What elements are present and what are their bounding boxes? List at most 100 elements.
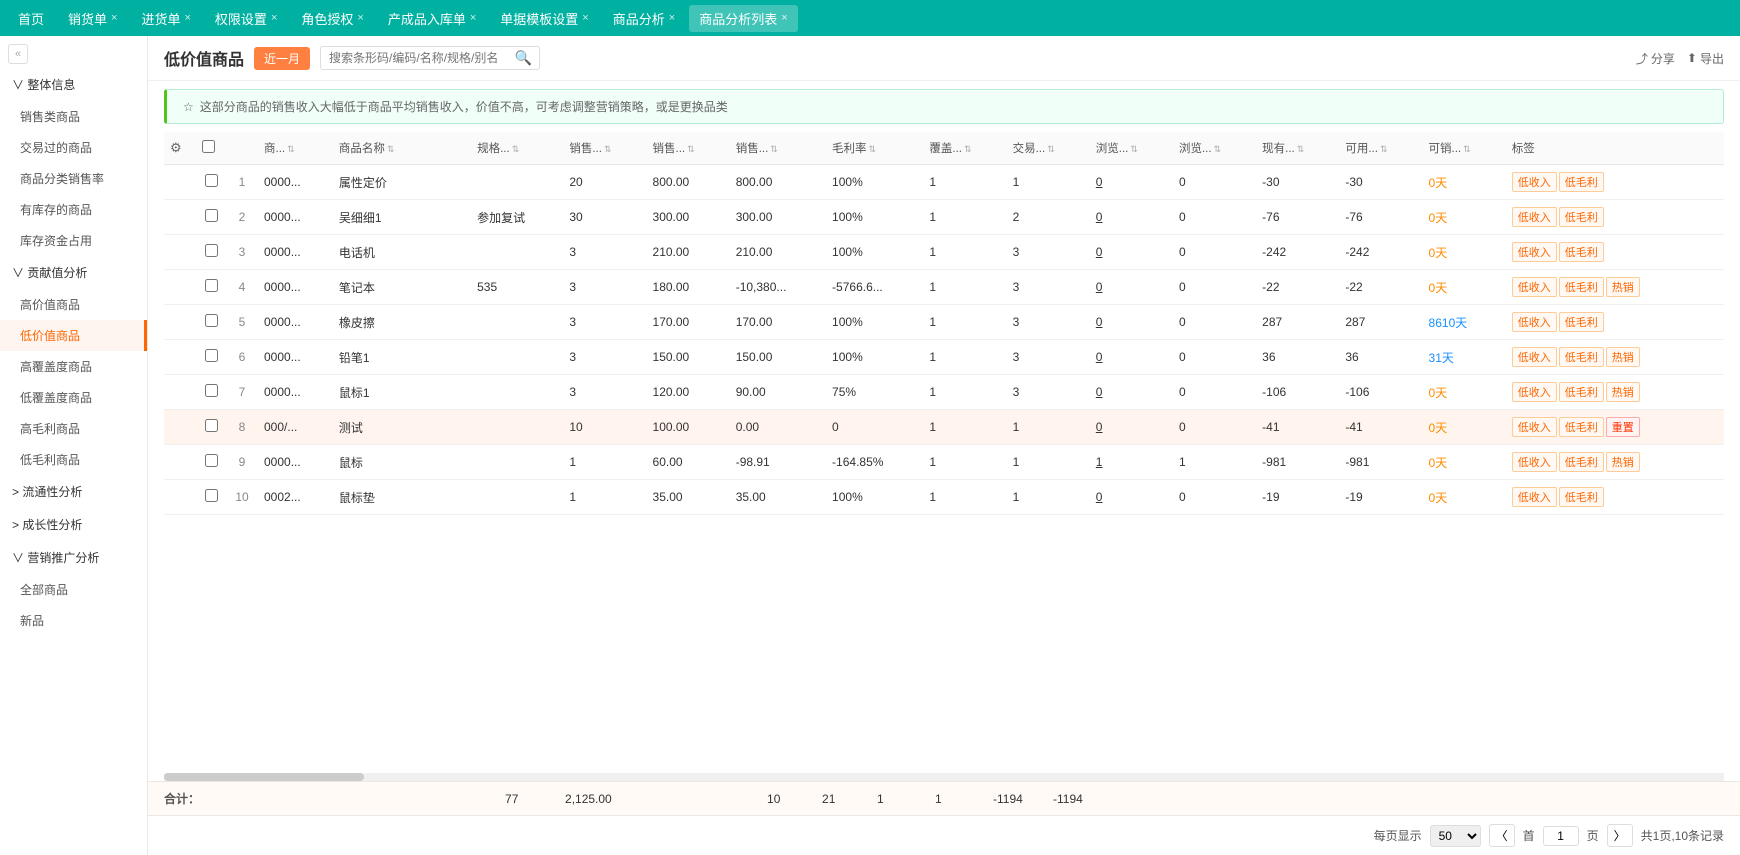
nav-template[interactable]: 单据模板设置 ×	[490, 5, 598, 32]
browse1-link[interactable]: 1	[1096, 455, 1103, 469]
col-browse2[interactable]: 浏览...⇅	[1173, 132, 1256, 165]
filter-recent-month-btn[interactable]: 近一月	[254, 47, 310, 70]
col-spec[interactable]: 规格...⇅	[471, 132, 563, 165]
row-checkbox-cell[interactable]	[196, 340, 226, 375]
sidebar-collapse-btn[interactable]: «	[8, 44, 28, 64]
sidebar-item-category-sales[interactable]: 商品分类销售率	[0, 163, 147, 194]
row-browse1[interactable]: 0	[1090, 480, 1173, 515]
nav-home[interactable]: 首页	[8, 5, 54, 32]
nav-close-purchase[interactable]: ×	[184, 12, 190, 24]
row-browse1[interactable]: 0	[1090, 410, 1173, 445]
first-page-btn[interactable]: 〈	[1489, 824, 1515, 847]
browse1-link[interactable]: 0	[1096, 245, 1103, 259]
search-icon[interactable]: 🔍	[515, 50, 532, 67]
nav-close-sales[interactable]: ×	[111, 12, 117, 24]
nav-permissions[interactable]: 权限设置 ×	[205, 5, 287, 32]
sidebar-item-new-products[interactable]: 新品	[0, 605, 147, 636]
browse1-link[interactable]: 0	[1096, 385, 1103, 399]
row-browse1[interactable]: 1	[1090, 445, 1173, 480]
sidebar-group-overall[interactable]: ∨ 整体信息	[0, 68, 147, 101]
row-checkbox[interactable]	[205, 489, 218, 502]
sidebar-item-sales-products[interactable]: 销售类商品	[0, 101, 147, 132]
col-code[interactable]: 商...⇅	[258, 132, 333, 165]
nav-close-product-analysis-list[interactable]: ×	[781, 12, 787, 24]
row-checkbox-cell[interactable]	[196, 480, 226, 515]
col-sellable[interactable]: 可销...⇅	[1423, 132, 1506, 165]
sidebar-item-traded-products[interactable]: 交易过的商品	[0, 132, 147, 163]
row-checkbox[interactable]	[205, 279, 218, 292]
sidebar-item-high-coverage[interactable]: 高覆盖度商品	[0, 351, 147, 382]
scrollbar-thumb[interactable]	[164, 773, 364, 781]
nav-close-product-analysis[interactable]: ×	[669, 12, 675, 24]
sidebar-group-growth[interactable]: > 成长性分析	[0, 508, 147, 541]
browse1-link[interactable]: 0	[1096, 350, 1103, 364]
col-checkbox[interactable]	[196, 132, 226, 165]
sidebar-item-high-value[interactable]: 高价值商品	[0, 289, 147, 320]
nav-close-permissions[interactable]: ×	[271, 12, 277, 24]
row-checkbox-cell[interactable]	[196, 165, 226, 200]
sidebar-group-contribution[interactable]: ∨ 贡献值分析	[0, 256, 147, 289]
col-browse1[interactable]: 浏览...⇅	[1090, 132, 1173, 165]
row-browse1[interactable]: 0	[1090, 270, 1173, 305]
row-checkbox[interactable]	[205, 419, 218, 432]
sidebar-item-all-products[interactable]: 全部商品	[0, 574, 147, 605]
row-checkbox[interactable]	[205, 349, 218, 362]
row-checkbox[interactable]	[205, 209, 218, 222]
browse1-link[interactable]: 0	[1096, 490, 1103, 504]
nav-close-template[interactable]: ×	[582, 12, 588, 24]
row-browse1[interactable]: 0	[1090, 235, 1173, 270]
col-cover[interactable]: 覆盖...⇅	[923, 132, 1006, 165]
nav-close-roles[interactable]: ×	[357, 12, 363, 24]
row-browse1[interactable]: 0	[1090, 305, 1173, 340]
row-checkbox-cell[interactable]	[196, 305, 226, 340]
col-name[interactable]: 商品名称⇅	[333, 132, 471, 165]
row-checkbox-cell[interactable]	[196, 235, 226, 270]
row-browse1[interactable]: 0	[1090, 200, 1173, 235]
browse1-link[interactable]: 0	[1096, 315, 1103, 329]
sidebar-item-high-margin[interactable]: 高毛利商品	[0, 413, 147, 444]
search-input[interactable]	[320, 46, 540, 70]
browse1-link[interactable]: 0	[1096, 420, 1103, 434]
share-btn[interactable]: ⤴ 分享	[1636, 50, 1675, 67]
row-browse1[interactable]: 0	[1090, 375, 1173, 410]
sidebar-group-marketing[interactable]: ∨ 营销推广分析	[0, 541, 147, 574]
per-page-select[interactable]: 50 20 100	[1430, 825, 1481, 847]
row-checkbox-cell[interactable]	[196, 375, 226, 410]
page-number-input[interactable]	[1543, 826, 1579, 846]
browse1-link[interactable]: 0	[1096, 175, 1103, 189]
col-sales-amount[interactable]: 销售...⇅	[730, 132, 826, 165]
sidebar-item-low-coverage[interactable]: 低覆盖度商品	[0, 382, 147, 413]
col-gross-margin[interactable]: 毛利率⇅	[826, 132, 923, 165]
browse1-link[interactable]: 0	[1096, 280, 1103, 294]
row-browse1[interactable]: 0	[1090, 340, 1173, 375]
nav-purchase[interactable]: 进货单 ×	[131, 5, 200, 32]
row-checkbox[interactable]	[205, 314, 218, 327]
next-page-btn[interactable]: 〉	[1607, 824, 1633, 847]
row-checkbox-cell[interactable]	[196, 270, 226, 305]
sidebar-item-stock-products[interactable]: 有库存的商品	[0, 194, 147, 225]
select-all-checkbox[interactable]	[202, 140, 215, 153]
row-checkbox[interactable]	[205, 174, 218, 187]
nav-sales[interactable]: 销货单 ×	[58, 5, 127, 32]
sidebar-item-low-value[interactable]: 低价值商品	[0, 320, 147, 351]
nav-inventory[interactable]: 产成品入库单 ×	[378, 5, 486, 32]
browse1-link[interactable]: 0	[1096, 210, 1103, 224]
nav-roles[interactable]: 角色授权 ×	[291, 5, 373, 32]
sidebar-item-low-margin[interactable]: 低毛利商品	[0, 444, 147, 475]
col-current[interactable]: 现有...⇅	[1256, 132, 1339, 165]
sidebar-item-stock-funds[interactable]: 库存资金占用	[0, 225, 147, 256]
col-available[interactable]: 可用...⇅	[1339, 132, 1422, 165]
row-checkbox-cell[interactable]	[196, 410, 226, 445]
row-checkbox-cell[interactable]	[196, 200, 226, 235]
sidebar-group-liquidity[interactable]: > 流通性分析	[0, 475, 147, 508]
row-browse1[interactable]: 0	[1090, 165, 1173, 200]
nav-close-inventory[interactable]: ×	[470, 12, 476, 24]
col-settings[interactable]: ⚙	[164, 132, 196, 165]
col-trade[interactable]: 交易...⇅	[1007, 132, 1090, 165]
row-checkbox-cell[interactable]	[196, 445, 226, 480]
nav-product-analysis[interactable]: 商品分析 ×	[603, 5, 685, 32]
col-sales-price[interactable]: 销售...⇅	[647, 132, 730, 165]
col-sales-qty[interactable]: 销售...⇅	[563, 132, 646, 165]
row-checkbox[interactable]	[205, 244, 218, 257]
row-checkbox[interactable]	[205, 454, 218, 467]
